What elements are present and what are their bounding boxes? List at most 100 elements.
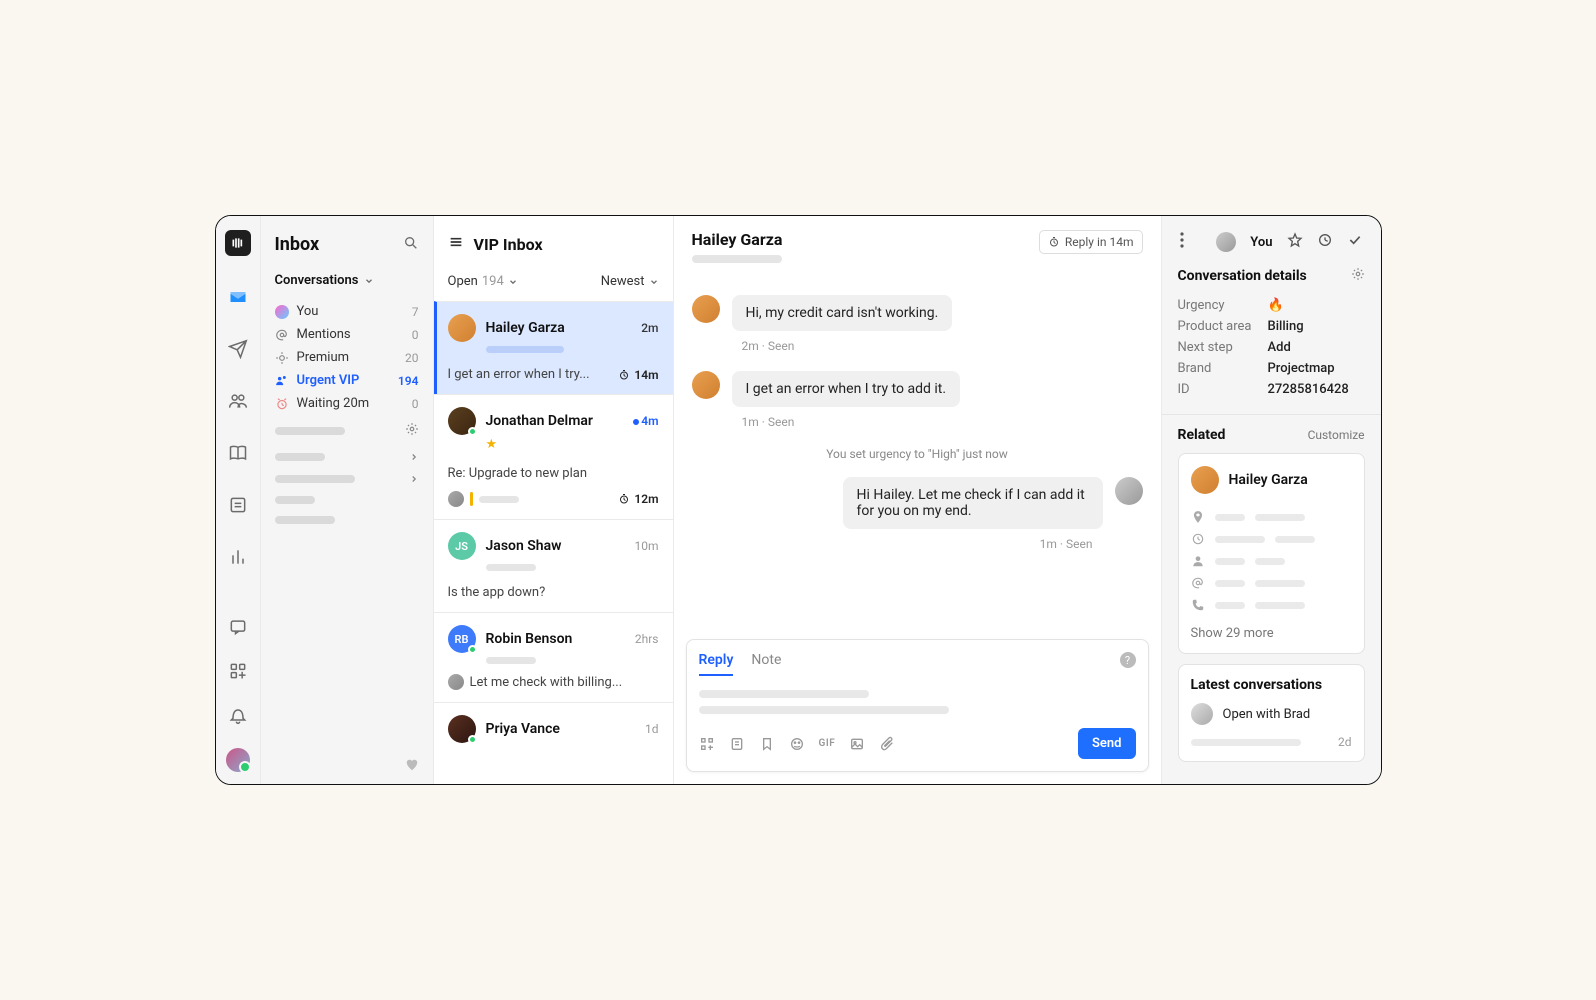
conversation-item[interactable]: Jonathan Delmar4m ★ Re: Upgrade to new p…	[434, 394, 673, 519]
assignee-avatar[interactable]	[1216, 232, 1236, 252]
sidebar-item-premium[interactable]: Premium20	[275, 346, 419, 369]
nav-page-icon[interactable]	[227, 494, 249, 516]
sort-newest[interactable]: Newest	[601, 274, 659, 289]
sidebar-item-urgent-vip[interactable]: Urgent VIP194	[275, 369, 419, 392]
emoji-icon[interactable]	[789, 736, 805, 752]
image-icon[interactable]	[849, 736, 865, 752]
show-more-link[interactable]: Show 29 more	[1191, 626, 1352, 641]
avatar	[448, 715, 476, 743]
message-outbound: Hi Hailey. Let me check if I can add it …	[692, 477, 1143, 529]
assignee-avatar	[448, 491, 464, 507]
tab-note[interactable]: Note	[751, 652, 781, 676]
sidebar-item-placeholder[interactable]	[275, 415, 419, 446]
nav-chat-icon[interactable]	[227, 616, 249, 638]
nav-book-icon[interactable]	[227, 442, 249, 464]
latest-title: Latest conversations	[1191, 677, 1352, 693]
latest-conversation-item[interactable]: Open with Brad	[1191, 703, 1352, 725]
macro-icon[interactable]	[729, 736, 745, 752]
nav-apps-icon[interactable]	[227, 660, 249, 682]
product-area-value[interactable]: Billing	[1268, 319, 1304, 334]
app-logo[interactable]	[225, 230, 251, 256]
customize-link[interactable]: Customize	[1308, 428, 1365, 442]
assignee-avatar	[448, 674, 464, 690]
person-name[interactable]: Hailey Garza	[1229, 472, 1308, 488]
person-icon	[1191, 554, 1205, 568]
reply-in-badge[interactable]: Reply in 14m	[1039, 230, 1143, 254]
heart-icon[interactable]	[405, 758, 419, 772]
chevron-down-icon	[508, 277, 518, 287]
nav-user-avatar[interactable]	[226, 748, 250, 772]
nav-send-icon[interactable]	[227, 338, 249, 360]
conversation-thread: Hailey Garza Reply in 14m Hi, my credit …	[674, 216, 1162, 784]
close-conversation-icon[interactable]	[1347, 232, 1363, 252]
priority-bar-icon	[470, 492, 473, 506]
nav-inbox-icon[interactable]	[227, 286, 249, 308]
team-icon	[275, 374, 289, 388]
filter-open[interactable]: Open 194	[448, 274, 518, 289]
composer-input[interactable]	[699, 690, 1136, 714]
tab-reply[interactable]: Reply	[699, 652, 734, 676]
snooze-icon[interactable]	[1317, 232, 1333, 252]
next-step-add[interactable]: Add	[1268, 340, 1291, 355]
system-event: You set urgency to "High" just now	[692, 447, 1143, 461]
gif-icon[interactable]: GIF	[819, 738, 836, 749]
list-title: VIP Inbox	[474, 235, 543, 254]
search-icon[interactable]	[403, 235, 419, 255]
pin-icon	[1191, 510, 1205, 524]
sidebar-item-placeholder[interactable]	[275, 510, 419, 530]
chevron-right-icon	[409, 452, 419, 462]
alarm-icon	[275, 397, 289, 411]
conversation-list: VIP Inbox Open 194 Newest Hailey Garza2m…	[434, 216, 674, 784]
conversation-preview: I get an error when I try...	[448, 367, 590, 382]
sidebar-title: Inbox	[275, 234, 320, 255]
conversation-item[interactable]: Priya Vance1d	[434, 702, 673, 755]
urgency-value[interactable]: 🔥	[1268, 298, 1284, 313]
nav-reports-icon[interactable]	[227, 546, 249, 568]
conversation-item[interactable]: Hailey Garza2m I get an error when I try…	[434, 301, 673, 394]
sidebar-item-you[interactable]: You7	[275, 300, 419, 323]
sidebar-item-placeholder[interactable]	[275, 468, 419, 490]
gear-icon[interactable]	[1351, 266, 1365, 285]
phone-icon	[1191, 598, 1205, 612]
send-button[interactable]: Send	[1078, 728, 1136, 759]
conversation-item[interactable]: RBRobin Benson2hrs Let me check with bil…	[434, 612, 673, 702]
star-icon[interactable]	[1287, 232, 1303, 252]
nav-people-icon[interactable]	[227, 390, 249, 412]
clock-icon	[1191, 532, 1205, 546]
sidebar-item-waiting[interactable]: Waiting 20m0	[275, 392, 419, 415]
avatar	[448, 407, 476, 435]
related-title: Related	[1178, 427, 1226, 443]
help-icon[interactable]: ?	[1120, 652, 1136, 668]
avatar	[692, 371, 720, 399]
conversation-item[interactable]: JSJason Shaw10m Is the app down?	[434, 519, 673, 612]
message-meta: 2m · Seen	[742, 339, 1143, 353]
avatar-icon	[275, 305, 289, 319]
sla-badge: 14m	[618, 368, 658, 382]
message-inbound: Hi, my credit card isn't working.	[692, 295, 1143, 331]
avatar	[1191, 466, 1219, 494]
assignee-label: You	[1250, 235, 1272, 250]
more-icon[interactable]	[1180, 232, 1184, 252]
thread-title: Hailey Garza	[692, 230, 783, 249]
sidebar-item-placeholder[interactable]	[275, 490, 419, 510]
at-icon	[275, 328, 289, 342]
message-meta: 1m · Seen	[742, 415, 1143, 429]
menu-icon[interactable]	[448, 234, 464, 254]
avatar: RB	[448, 625, 476, 653]
attachment-icon[interactable]	[879, 736, 895, 752]
composer: Reply Note ? GIF Send	[686, 639, 1149, 772]
nav-bell-icon[interactable]	[227, 704, 249, 726]
sidebar-item-mentions[interactable]: Mentions0	[275, 323, 419, 346]
chevron-right-icon	[409, 474, 419, 484]
shortcuts-icon[interactable]	[699, 736, 715, 752]
unread-dot-icon	[633, 419, 639, 425]
brand-value[interactable]: Projectmap	[1268, 361, 1335, 376]
bookmark-icon[interactable]	[759, 736, 775, 752]
conversation-preview: Is the app down?	[448, 585, 659, 600]
sun-icon	[275, 351, 289, 365]
message-meta: 1m · Seen	[692, 537, 1093, 551]
sidebar-section-conversations[interactable]: Conversations	[275, 273, 419, 288]
sidebar-item-placeholder[interactable]	[275, 446, 419, 468]
gear-icon[interactable]	[405, 421, 419, 440]
at-icon	[1191, 576, 1205, 590]
